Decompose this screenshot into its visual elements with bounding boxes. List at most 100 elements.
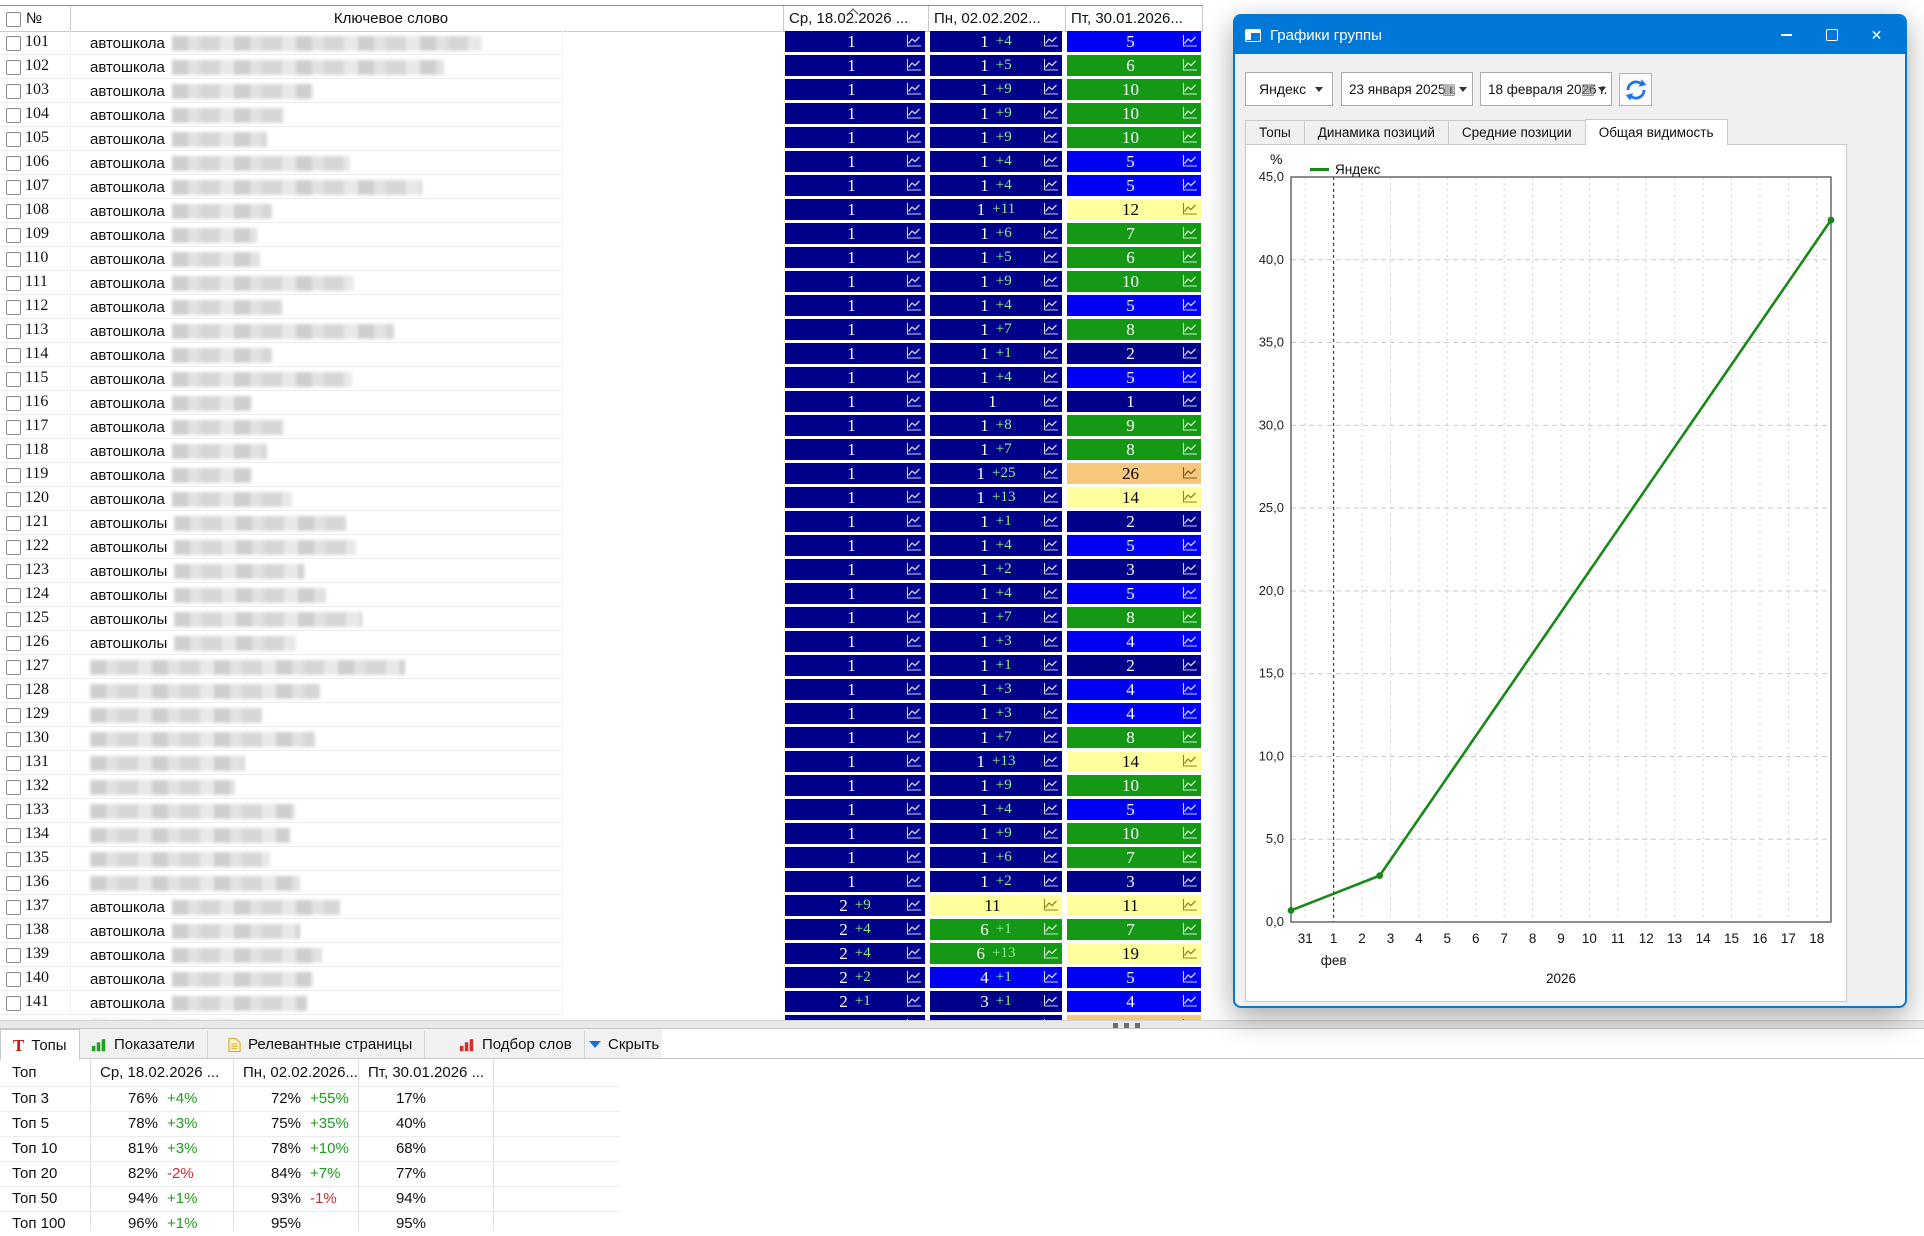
mini-chart-icon[interactable] (1181, 706, 1198, 720)
mini-chart-icon[interactable] (905, 130, 922, 144)
position-cell[interactable]: 4 (1067, 631, 1201, 652)
position-cell[interactable]: 10 (1067, 127, 1201, 148)
mini-chart-icon[interactable] (1042, 490, 1059, 504)
mini-chart-icon[interactable] (1181, 634, 1198, 648)
position-cell[interactable]: 1 +4 (930, 583, 1062, 604)
mini-chart-icon[interactable] (1042, 58, 1059, 72)
row-checkbox[interactable] (6, 180, 21, 195)
mini-chart-icon[interactable] (1042, 730, 1059, 744)
keyword-cell[interactable] (70, 799, 782, 823)
position-cell[interactable]: 1 +5 (930, 247, 1062, 268)
position-cell[interactable]: 1 (785, 511, 925, 532)
position-cell[interactable]: 4 +1 (930, 967, 1062, 988)
mini-chart-icon[interactable] (1181, 682, 1198, 696)
mini-chart-icon[interactable] (1042, 970, 1059, 984)
mini-chart-icon[interactable] (905, 226, 922, 240)
mini-chart-icon[interactable] (1042, 562, 1059, 576)
mini-chart-icon[interactable] (1042, 394, 1059, 408)
position-cell[interactable]: 6 +13 (930, 943, 1062, 964)
mini-chart-icon[interactable] (1042, 418, 1059, 432)
mini-chart-icon[interactable] (1042, 178, 1059, 192)
position-cell[interactable]: 1 (785, 727, 925, 748)
mini-chart-icon[interactable] (1181, 562, 1198, 576)
keyword-cell[interactable]: автошкола (70, 487, 782, 511)
mini-chart-icon[interactable] (905, 946, 922, 960)
row-checkbox[interactable] (6, 228, 21, 243)
position-cell[interactable]: 1 +9 (930, 775, 1062, 796)
keyword-cell[interactable]: автошкола (70, 127, 782, 151)
position-cell[interactable]: 6 (1067, 247, 1201, 268)
mini-chart-icon[interactable] (1181, 802, 1198, 816)
mini-chart-icon[interactable] (1042, 946, 1059, 960)
row-checkbox[interactable] (6, 780, 21, 795)
keyword-cell[interactable]: автошкола (70, 271, 782, 295)
mini-chart-icon[interactable] (1181, 946, 1198, 960)
mini-chart-icon[interactable] (905, 922, 922, 936)
mini-chart-icon[interactable] (1181, 34, 1198, 48)
row-checkbox[interactable] (6, 492, 21, 507)
mini-chart-icon[interactable] (905, 346, 922, 360)
mini-chart-icon[interactable] (1181, 730, 1198, 744)
mini-chart-icon[interactable] (905, 514, 922, 528)
mini-chart-icon[interactable] (905, 370, 922, 384)
mini-chart-icon[interactable] (905, 898, 922, 912)
tab-overall-visibility[interactable]: Общая видимость (1584, 119, 1728, 145)
position-cell[interactable]: 1 +8 (930, 415, 1062, 436)
row-checkbox[interactable] (6, 660, 21, 675)
mini-chart-icon[interactable] (905, 802, 922, 816)
mini-chart-icon[interactable] (1181, 346, 1198, 360)
mini-chart-icon[interactable] (1181, 226, 1198, 240)
row-checkbox[interactable] (6, 444, 21, 459)
position-cell[interactable]: 1 +4 (930, 295, 1062, 316)
row-checkbox[interactable] (6, 996, 21, 1011)
mini-chart-icon[interactable] (905, 274, 922, 288)
mini-chart-icon[interactable] (905, 418, 922, 432)
mini-chart-icon[interactable] (905, 538, 922, 552)
position-cell[interactable]: 1 (785, 535, 925, 556)
mini-chart-icon[interactable] (1042, 898, 1059, 912)
position-cell[interactable]: 1 (785, 463, 925, 484)
keyword-cell[interactable]: автошкола (70, 967, 782, 991)
mini-chart-icon[interactable] (1042, 586, 1059, 600)
mini-chart-icon[interactable] (1042, 274, 1059, 288)
keyword-cell[interactable]: автошкола (70, 415, 782, 439)
mini-chart-icon[interactable] (1042, 874, 1059, 888)
position-cell[interactable]: 1 +9 (930, 79, 1062, 100)
row-checkbox[interactable] (6, 948, 21, 963)
position-cell[interactable]: 1 +1 (930, 655, 1062, 676)
position-cell[interactable]: 1 +4 (930, 151, 1062, 172)
mini-chart-icon[interactable] (1181, 754, 1198, 768)
position-cell[interactable]: 1 (785, 439, 925, 460)
position-cell[interactable]: 7 (1067, 919, 1201, 940)
position-cell[interactable]: 1 (785, 703, 925, 724)
column-header-date-3[interactable]: Пт, 30.01.2026... (1066, 6, 1207, 31)
position-cell[interactable]: 1 +7 (930, 439, 1062, 460)
mini-chart-icon[interactable] (1042, 466, 1059, 480)
row-checkbox[interactable] (6, 828, 21, 843)
position-cell[interactable]: 1 +4 (930, 31, 1062, 52)
tab-position-dynamics[interactable]: Динамика позиций (1303, 120, 1449, 144)
position-cell[interactable]: 1 (785, 559, 925, 580)
position-cell[interactable]: 1 (785, 55, 925, 76)
position-cell[interactable]: 2 +1 (785, 991, 925, 1012)
keyword-cell[interactable]: автошкола (70, 319, 782, 343)
mini-chart-icon[interactable] (1181, 898, 1198, 912)
keyword-cell[interactable]: автошколы (70, 511, 782, 535)
keyword-cell[interactable] (70, 655, 782, 679)
position-cell[interactable]: 8 (1067, 607, 1201, 628)
position-cell[interactable]: 1 (785, 871, 925, 892)
position-cell[interactable]: 1 +2 (930, 559, 1062, 580)
position-cell[interactable]: 1 +13 (930, 487, 1062, 508)
keyword-cell[interactable]: автошкола (70, 55, 782, 79)
mini-chart-icon[interactable] (1042, 442, 1059, 456)
position-cell[interactable]: 5 (1067, 967, 1201, 988)
mini-chart-icon[interactable] (1042, 778, 1059, 792)
mini-chart-icon[interactable] (1181, 106, 1198, 120)
mini-chart-icon[interactable] (1042, 226, 1059, 240)
position-cell[interactable]: 1 (785, 607, 925, 628)
row-checkbox[interactable] (6, 564, 21, 579)
position-cell[interactable]: 5 (1067, 367, 1201, 388)
mini-chart-icon[interactable] (905, 82, 922, 96)
mini-chart-icon[interactable] (1181, 778, 1198, 792)
mini-chart-icon[interactable] (1042, 346, 1059, 360)
